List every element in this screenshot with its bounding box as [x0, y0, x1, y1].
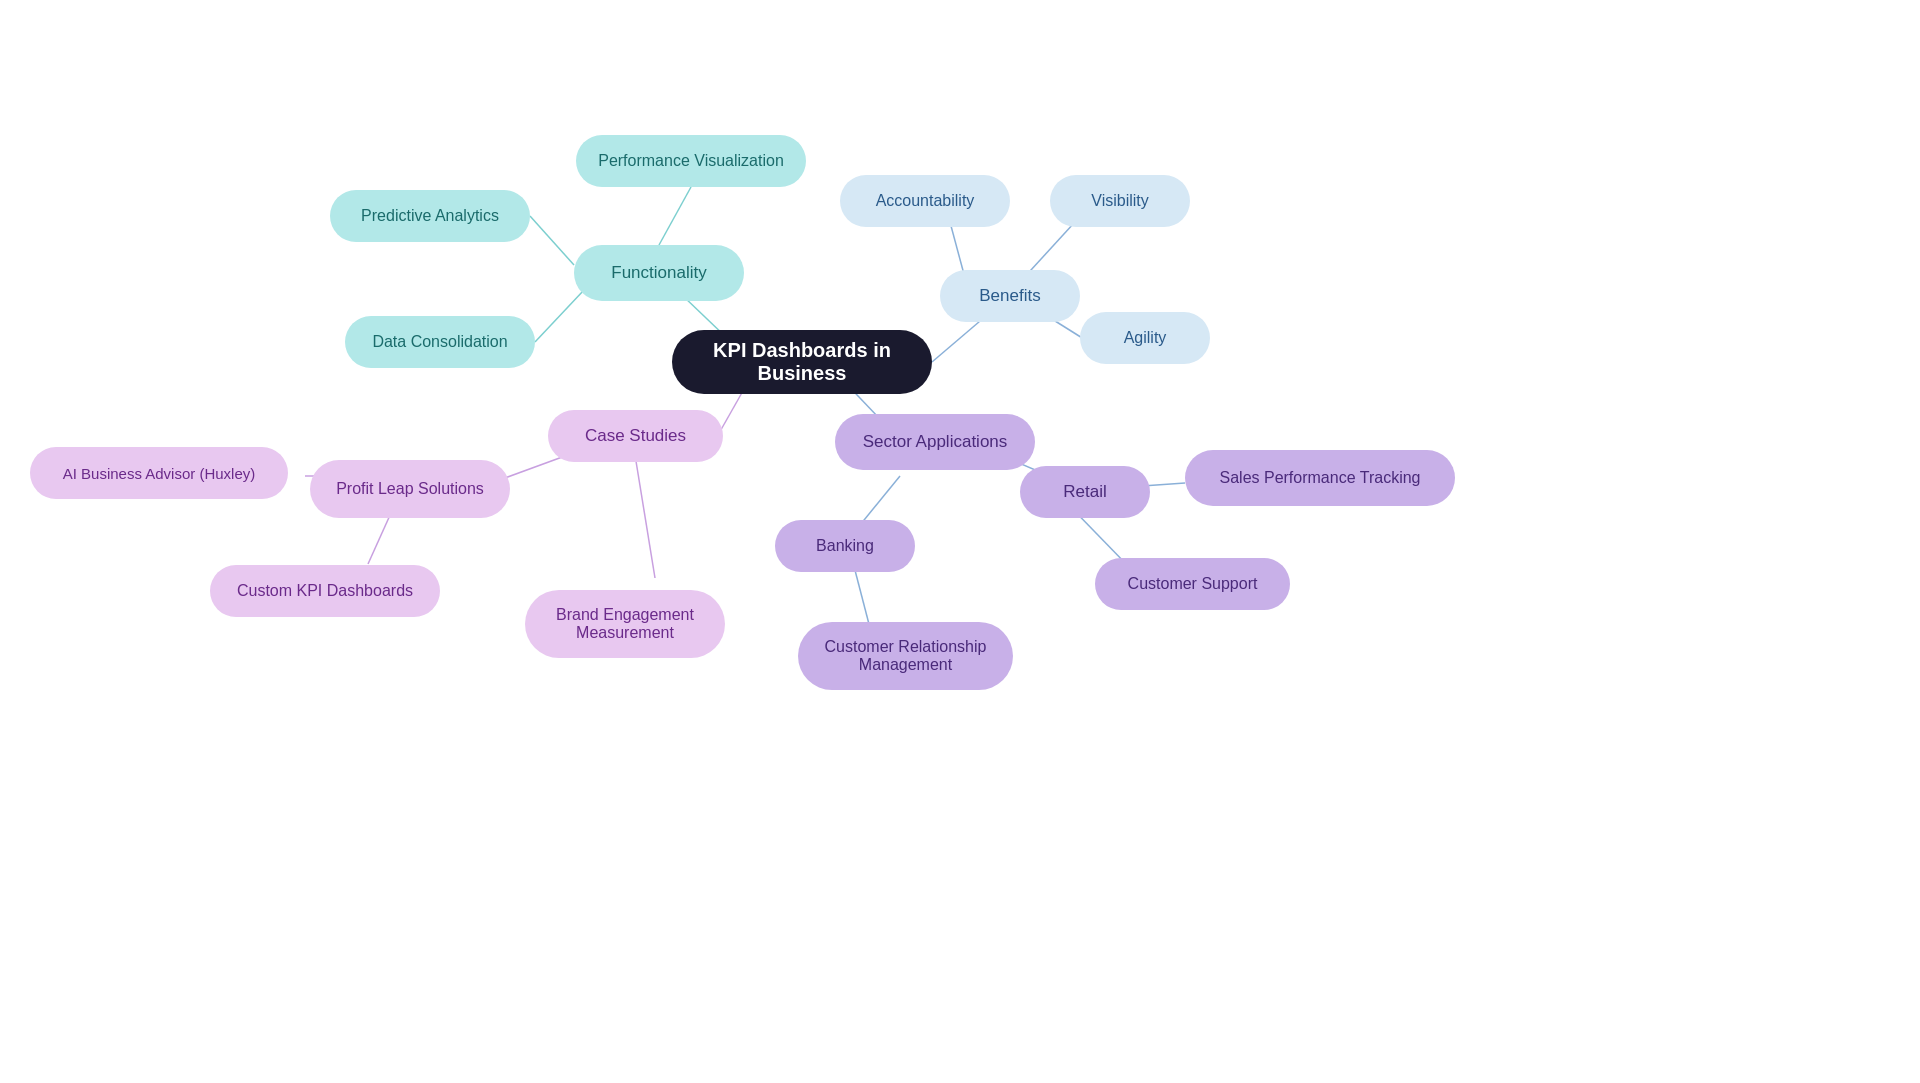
sector-applications-node[interactable]: Sector Applications — [835, 414, 1035, 470]
center-node[interactable]: KPI Dashboards in Business — [672, 330, 932, 394]
profit-leap-node[interactable]: Profit Leap Solutions — [310, 460, 510, 518]
case-studies-node[interactable]: Case Studies — [548, 410, 723, 462]
predictive-analytics-node[interactable]: Predictive Analytics — [330, 190, 530, 242]
brand-engagement-node[interactable]: Brand Engagement Measurement — [525, 590, 725, 658]
svg-line-1 — [659, 187, 691, 245]
sales-performance-node[interactable]: Sales Performance Tracking — [1185, 450, 1455, 506]
benefits-node[interactable]: Benefits — [940, 270, 1080, 322]
crm-node[interactable]: Customer Relationship Management — [798, 622, 1013, 690]
custom-kpi-node[interactable]: Custom KPI Dashboards — [210, 565, 440, 617]
retail-node[interactable]: Retail — [1020, 466, 1150, 518]
data-consolidation-node[interactable]: Data Consolidation — [345, 316, 535, 368]
banking-node[interactable]: Banking — [775, 520, 915, 572]
functionality-node[interactable]: Functionality — [574, 245, 744, 301]
visibility-node[interactable]: Visibility — [1050, 175, 1190, 227]
svg-line-12 — [635, 455, 655, 578]
ai-advisor-node[interactable]: AI Business Advisor (Huxley) — [30, 447, 288, 499]
svg-line-2 — [530, 216, 574, 265]
customer-support-node[interactable]: Customer Support — [1095, 558, 1290, 610]
accountability-node[interactable]: Accountability — [840, 175, 1010, 227]
svg-line-14 — [860, 476, 900, 525]
performance-visualization-node[interactable]: Performance Visualization — [576, 135, 806, 187]
agility-node[interactable]: Agility — [1080, 312, 1210, 364]
